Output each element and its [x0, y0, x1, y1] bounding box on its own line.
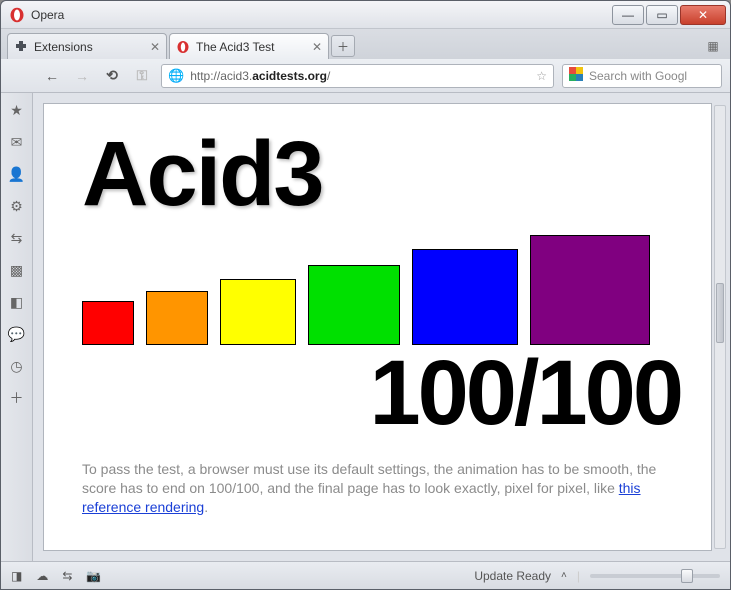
- chevron-up-icon[interactable]: ˄: [561, 570, 567, 581]
- statusbar: ◨ ☁ ⇆ 📷 Update Ready ˄ |: [1, 561, 730, 589]
- titlebar: Opera — ▭ ✕: [1, 1, 730, 29]
- tab-extensions[interactable]: Extensions ✕: [7, 33, 167, 59]
- opera-favicon-icon: [176, 40, 190, 54]
- color-box: [530, 235, 650, 345]
- color-box: [82, 301, 134, 345]
- reload-button[interactable]: ⟲: [101, 65, 123, 87]
- app-title: Opera: [31, 8, 64, 22]
- page-title: Acid3: [82, 122, 681, 227]
- gear-icon[interactable]: ⚙: [8, 197, 26, 215]
- tab-label: Extensions: [34, 40, 93, 54]
- minimize-button[interactable]: —: [612, 5, 644, 25]
- share-icon[interactable]: ⇆: [8, 229, 26, 247]
- close-icon[interactable]: ✕: [150, 40, 160, 54]
- update-ready-text[interactable]: Update Ready: [474, 569, 551, 583]
- color-box: [146, 291, 208, 345]
- mail-icon[interactable]: ✉: [8, 133, 26, 151]
- color-box: [308, 265, 400, 345]
- cloud-icon[interactable]: ☁: [36, 569, 48, 583]
- forward-button[interactable]: →: [71, 65, 93, 87]
- search-placeholder: Search with Googl: [589, 69, 687, 83]
- window-frame: Opera — ▭ ✕ Extensions ✕ The Acid3 Test …: [0, 0, 731, 590]
- history-icon[interactable]: ◷: [8, 357, 26, 375]
- tab-acid3[interactable]: The Acid3 Test ✕: [169, 33, 329, 59]
- content-wrap: Acid3 100/100 To pass the test, a browse…: [33, 93, 730, 561]
- scrollbar-thumb[interactable]: [716, 283, 724, 343]
- page-content: Acid3 100/100 To pass the test, a browse…: [43, 103, 712, 551]
- navbar: ← → ⟲ ⚿ 🌐 http://acid3.acidtests.org/ ☆ …: [1, 59, 730, 93]
- tab-strip: Extensions ✕ The Acid3 Test ✕ ＋ ▦: [1, 29, 730, 59]
- chat-icon[interactable]: 💬: [8, 325, 26, 343]
- zoom-slider[interactable]: [590, 574, 720, 578]
- color-boxes: [82, 235, 681, 345]
- key-icon[interactable]: ⚿: [131, 65, 153, 87]
- google-icon: [569, 67, 583, 84]
- address-bar[interactable]: 🌐 http://acid3.acidtests.org/ ☆: [161, 64, 554, 88]
- color-box: [220, 279, 296, 345]
- user-icon[interactable]: 👤: [8, 165, 26, 183]
- new-tab-button[interactable]: ＋: [331, 35, 355, 57]
- zoom-slider-thumb[interactable]: [681, 569, 693, 583]
- back-button[interactable]: ←: [41, 65, 63, 87]
- description-text: To pass the test, a browser must use its…: [82, 460, 681, 517]
- close-button[interactable]: ✕: [680, 5, 726, 25]
- tab-menu-button[interactable]: ▦: [702, 36, 724, 56]
- puzzle-icon: [14, 40, 28, 54]
- close-icon[interactable]: ✕: [312, 40, 322, 54]
- sidebar: ★ ✉ 👤 ⚙ ⇆ ▩ ◧ 💬 ◷ ＋: [1, 93, 33, 561]
- plus-icon[interactable]: ＋: [8, 389, 26, 407]
- vertical-scrollbar[interactable]: [714, 105, 726, 549]
- search-input[interactable]: Search with Googl: [562, 64, 722, 88]
- sync-icon[interactable]: ⇆: [62, 569, 72, 583]
- panel-toggle-icon[interactable]: ◨: [11, 569, 22, 583]
- tab-label: The Acid3 Test: [196, 40, 275, 54]
- body-area: ★ ✉ 👤 ⚙ ⇆ ▩ ◧ 💬 ◷ ＋ Acid3 100/100 To pas…: [1, 93, 730, 561]
- star-icon[interactable]: ★: [8, 101, 26, 119]
- url-text: http://acid3.acidtests.org/: [190, 69, 530, 83]
- score-text: 100/100: [82, 341, 681, 446]
- camera-icon[interactable]: 📷: [86, 569, 101, 583]
- panel-icon[interactable]: ◧: [8, 293, 26, 311]
- note-icon[interactable]: ▩: [8, 261, 26, 279]
- globe-icon: 🌐: [168, 68, 184, 84]
- bookmark-star-icon[interactable]: ☆: [536, 69, 547, 83]
- color-box: [412, 249, 518, 345]
- maximize-button[interactable]: ▭: [646, 5, 678, 25]
- opera-icon: [9, 7, 25, 23]
